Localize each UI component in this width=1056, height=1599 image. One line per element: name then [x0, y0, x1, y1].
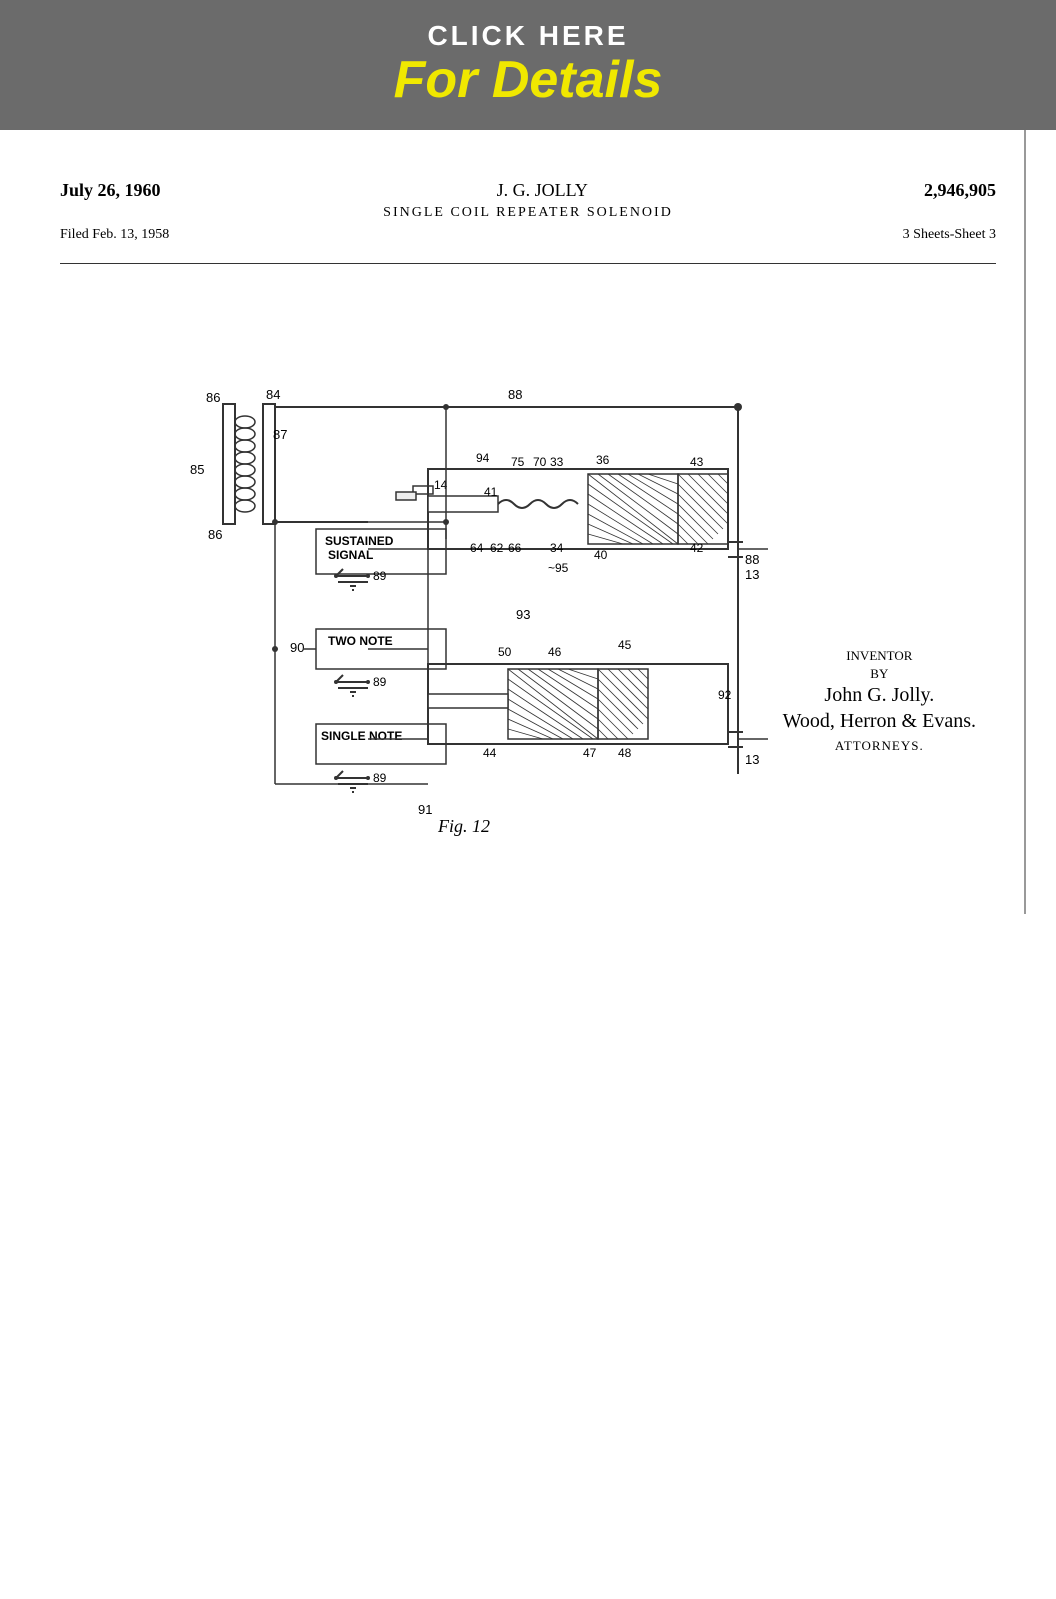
attorney-firm: Wood, Herron & Evans.: [783, 708, 976, 734]
patent-content: July 26, 1960 J. G. JOLLY 2,946,905 SING…: [0, 130, 1056, 914]
label-88-right: 88: [745, 552, 759, 567]
label-95: ~95: [548, 561, 569, 575]
signal-label: SIGNAL: [328, 548, 373, 562]
patent-date: July 26, 1960: [60, 180, 161, 201]
label-84: 84: [266, 387, 280, 402]
label-62: 62: [490, 541, 504, 555]
label-64: 64: [470, 541, 484, 555]
click-here-text: CLICK HERE: [427, 21, 628, 52]
label-48: 48: [618, 746, 632, 760]
signature-section: INVENTOR BY John G. Jolly. Wood, Herron …: [783, 648, 976, 754]
label-34: 34: [550, 541, 564, 555]
right-decorative-line: [1024, 130, 1026, 914]
patent-diagram-svg: 84 87 85 86 86 88 88 13 13: [118, 274, 938, 854]
label-89-3: 89: [373, 771, 387, 785]
label-13-bottom: 13: [745, 752, 759, 767]
label-44: 44: [483, 746, 497, 760]
label-87: 87: [273, 427, 287, 442]
label-40: 40: [594, 548, 608, 562]
patent-filed-info: Filed Feb. 13, 1958 3 Sheets-Sheet 3: [60, 227, 996, 243]
by-label: BY: [783, 666, 976, 682]
label-66: 66: [508, 541, 522, 555]
two-note-label: TWO NOTE: [328, 634, 393, 648]
label-43: 43: [690, 455, 704, 469]
label-86-bottom: 86: [208, 527, 222, 542]
sustained-signal-label: SUSTAINED: [325, 534, 394, 548]
filed-date: Filed Feb. 13, 1958: [60, 227, 169, 243]
patent-number: 2,946,905: [924, 180, 996, 201]
figure-label: Fig. 12: [437, 816, 490, 836]
label-46: 46: [548, 645, 562, 659]
label-89-1: 89: [373, 569, 387, 583]
for-details-text: For Details: [394, 52, 663, 109]
header-banner[interactable]: CLICK HERE For Details: [0, 0, 1056, 130]
label-88-top: 88: [508, 387, 522, 402]
label-75: 75: [511, 455, 525, 469]
sheets-info: 3 Sheets-Sheet 3: [903, 227, 996, 243]
label-47: 47: [583, 746, 597, 760]
label-93: 93: [516, 607, 530, 622]
label-13-top: 13: [745, 567, 759, 582]
patent-header: July 26, 1960 J. G. JOLLY 2,946,905: [60, 180, 996, 201]
label-94: 94: [476, 451, 490, 465]
label-89-2: 89: [373, 675, 387, 689]
label-45: 45: [618, 638, 632, 652]
header-divider: [60, 263, 996, 264]
label-50: 50: [498, 645, 512, 659]
label-70: 70: [533, 455, 547, 469]
label-90: 90: [290, 640, 304, 655]
label-36: 36: [596, 453, 610, 467]
label-42: 42: [690, 541, 704, 555]
patent-title: SINGLE COIL REPEATER SOLENOID: [60, 205, 996, 221]
label-92: 92: [718, 688, 732, 702]
attorneys-label: ATTORNEYS.: [783, 738, 976, 754]
signature-name: John G. Jolly.: [783, 682, 976, 708]
single-note-label: SINGLE NOTE: [321, 729, 402, 743]
patent-inventor: J. G. JOLLY: [497, 180, 588, 201]
inventor-label: INVENTOR: [783, 648, 976, 664]
label-33: 33: [550, 455, 564, 469]
label-91: 91: [418, 802, 432, 817]
label-85: 85: [190, 462, 204, 477]
label-41: 41: [484, 485, 498, 499]
label-86-top: 86: [206, 390, 220, 405]
patent-drawing: 84 87 85 86 86 88 88 13 13: [60, 274, 996, 854]
